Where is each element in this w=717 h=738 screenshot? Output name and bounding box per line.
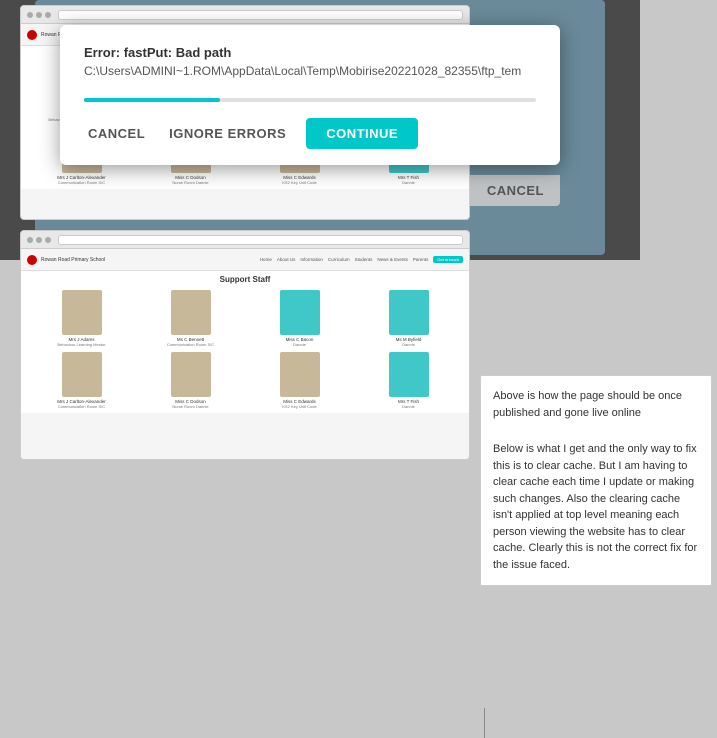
browser-url-bar-top — [58, 10, 463, 20]
nav-b-about: About Us — [277, 257, 296, 262]
nav-b-info: Information — [300, 257, 323, 262]
dialog-error-path: C:\Users\ADMINI~1.ROM\AppData\Local\Temp… — [84, 64, 536, 78]
nav-b-cta: Get in touch — [433, 256, 463, 263]
dialog-error-title: Error: fastPut: Bad path — [84, 45, 536, 60]
vertical-line — [484, 708, 485, 738]
staff-role-8: Dannie — [402, 180, 415, 185]
staff-role-b1: Behaviour Learning Mentor — [57, 342, 105, 347]
browser-dot-2 — [36, 12, 42, 18]
browser-dot-3 — [45, 12, 51, 18]
nav-b-home: Home — [260, 257, 272, 262]
site-nav-bottom: Home About Us Information Curriculum Stu… — [260, 256, 463, 263]
staff-photo-b5 — [62, 352, 102, 397]
staff-photo-b4 — [389, 290, 429, 335]
nav-b-parents: Parents — [413, 257, 429, 262]
browser-content-bottom: Support Staff Mrs J Adams Behaviour Lear… — [21, 271, 469, 413]
description-divider — [493, 421, 699, 441]
staff-role-6: Nurse Room Dannie — [172, 180, 208, 185]
cancel-button[interactable]: CANCEL — [84, 120, 149, 147]
staff-photo-b1 — [62, 290, 102, 335]
staff-photo-b7 — [280, 352, 320, 397]
progress-fill — [84, 98, 220, 102]
browser-screenshot-bottom: Rowan Road Primary School Home About Us … — [20, 230, 470, 460]
staff-card-b1: Mrs J Adams Behaviour Learning Mentor — [29, 290, 134, 347]
staff-role-b8: Dannie — [402, 404, 415, 409]
browser-dot-b1 — [27, 237, 33, 243]
staff-photo-b2 — [171, 290, 211, 335]
error-dialog: Error: fastPut: Bad path C:\Users\ADMINI… — [60, 25, 560, 165]
staff-role-7: KS2 Key Unit Code — [282, 180, 316, 185]
continue-button[interactable]: CONTINUE — [306, 118, 418, 149]
site-logo-top — [27, 30, 37, 40]
staff-role-b2: Communication Room S/C — [167, 342, 214, 347]
support-staff-title-bottom: Support Staff — [25, 275, 465, 284]
description-paragraph2: Below is what I get and the only way to … — [493, 441, 699, 573]
browser-toolbar-top — [21, 6, 469, 24]
dialog-buttons: CANCEL IGNORE ERRORS CONTINUE — [84, 118, 536, 149]
staff-card-b6: Miss C Dodson Nurse Room Dannie — [138, 352, 243, 409]
staff-role-b4: Dannie — [402, 342, 415, 347]
staff-photo-b3 — [280, 290, 320, 335]
browser-dot-b3 — [45, 237, 51, 243]
staff-card-b8: Mrs T Fish Dannie — [356, 352, 461, 409]
staff-photo-b8 — [389, 352, 429, 397]
browser-dot-b2 — [36, 237, 42, 243]
site-header-bottom: Rowan Road Primary School Home About Us … — [21, 249, 469, 271]
progress-bar — [84, 98, 536, 102]
browser-dot-1 — [27, 12, 33, 18]
description-panel: Above is how the page should be once pub… — [480, 375, 712, 586]
staff-grid-row2-bottom: Mrs J Carlton-Alexander Communication Ro… — [25, 352, 465, 409]
site-logo-bottom — [27, 255, 37, 265]
site-logo-text-bottom: Rowan Road Primary School — [41, 257, 105, 263]
staff-grid-row1-bottom: Mrs J Adams Behaviour Learning Mentor Ms… — [25, 290, 465, 347]
nav-b-curriculum: Curriculum — [328, 257, 350, 262]
bottom-cancel-button[interactable]: CANCEL — [487, 183, 544, 198]
browser-url-bar-bottom — [58, 235, 463, 245]
nav-b-news: News & Events — [377, 257, 408, 262]
staff-role-b7: KS2 Key Unit Code — [282, 404, 316, 409]
description-paragraph1: Above is how the page should be once pub… — [493, 388, 699, 421]
staff-card-b2: Ms C Bennett Communication Room S/C — [138, 290, 243, 347]
staff-role-b3: Dannie — [293, 342, 306, 347]
browser-toolbar-bottom — [21, 231, 469, 249]
staff-role-5: Communication Room S/C — [58, 180, 105, 185]
ignore-errors-button[interactable]: IGNORE ERRORS — [165, 120, 290, 147]
staff-role-b6: Nurse Room Dannie — [172, 404, 208, 409]
staff-role-b5: Communication Room S/C — [58, 404, 105, 409]
staff-photo-b6 — [171, 352, 211, 397]
staff-card-b7: Miss C Edwards KS2 Key Unit Code — [247, 352, 352, 409]
staff-card-b4: Ms M Byfield Dannie — [356, 290, 461, 347]
nav-b-students: Students — [355, 257, 373, 262]
staff-card-b5: Mrs J Carlton-Alexander Communication Ro… — [29, 352, 134, 409]
staff-card-b3: Miss C Bacon Dannie — [247, 290, 352, 347]
